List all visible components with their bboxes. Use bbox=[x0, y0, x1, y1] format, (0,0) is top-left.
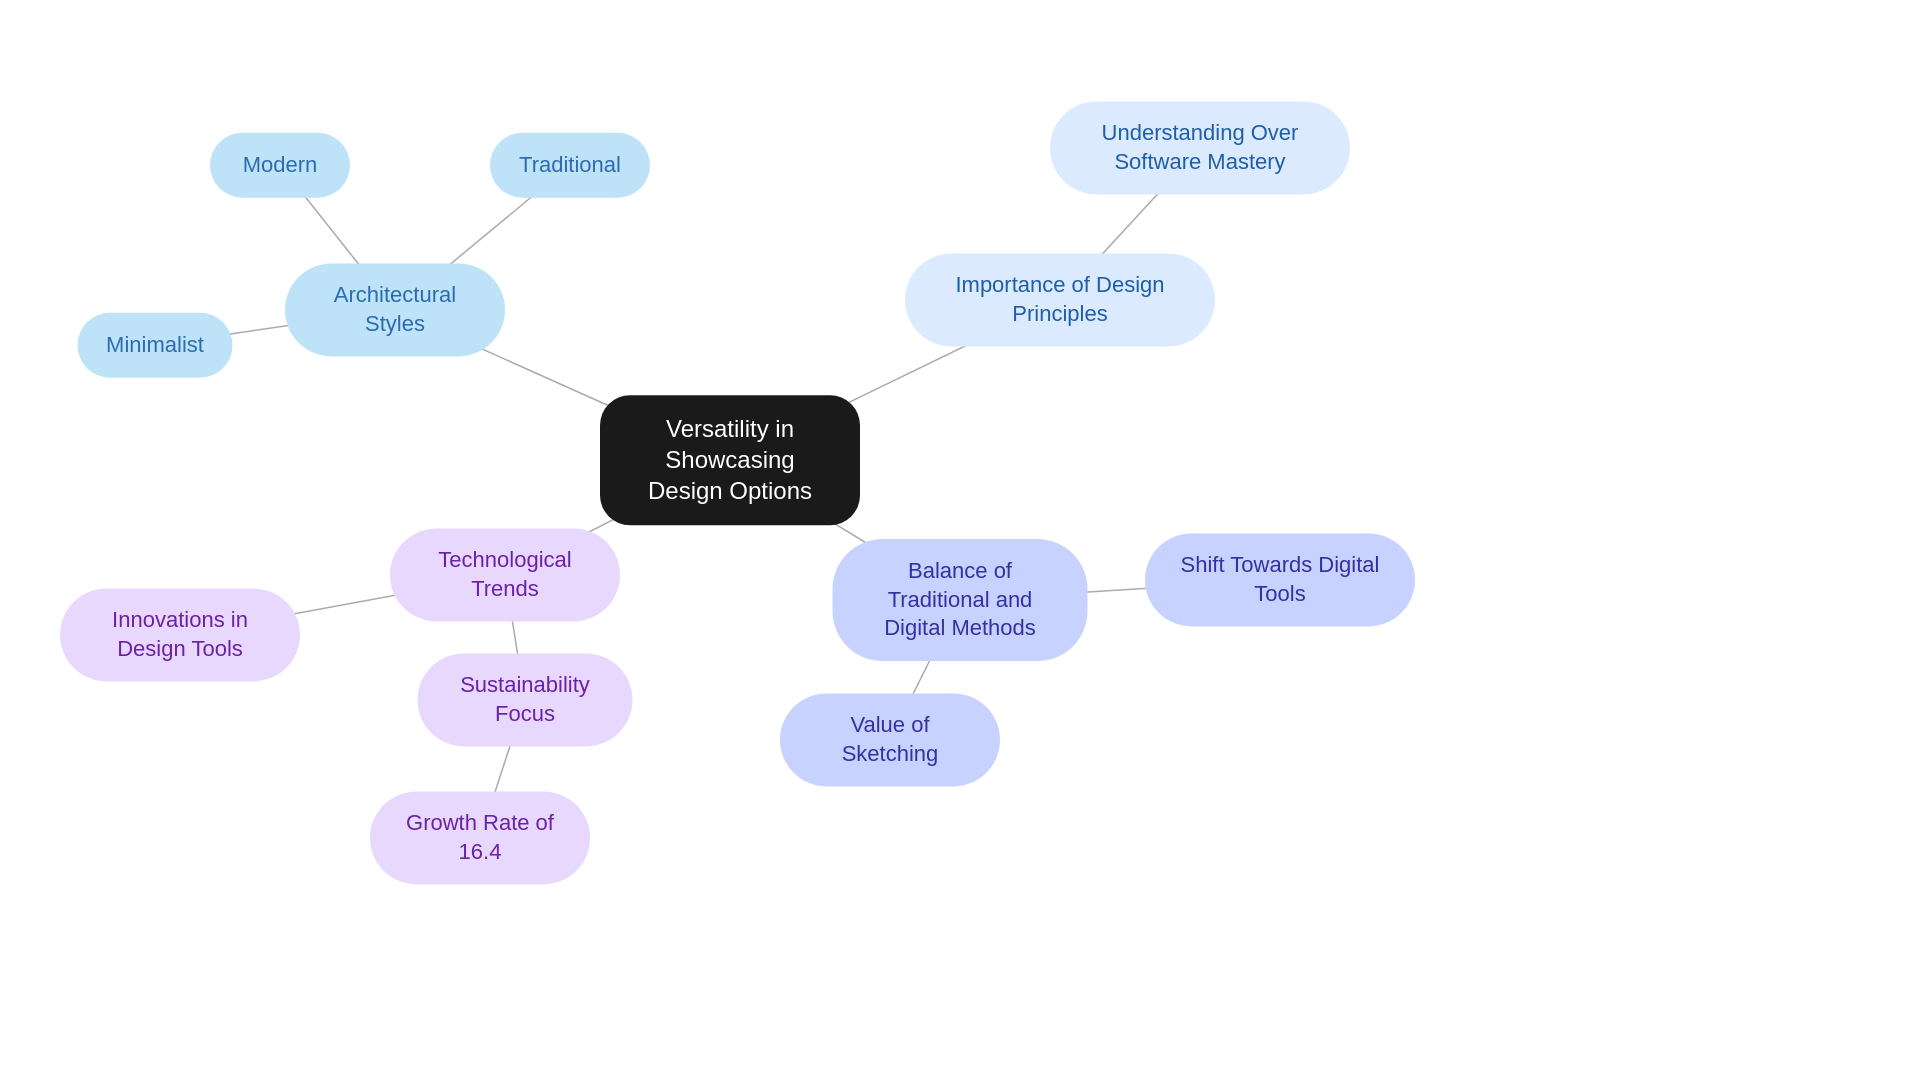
node-sustainability: Sustainability Focus bbox=[418, 653, 633, 746]
mindmap-container: Versatility in Showcasing Design Options… bbox=[0, 0, 1920, 1083]
node-modern: Modern bbox=[210, 133, 350, 198]
node-value_sketching: Value of Sketching bbox=[780, 693, 1000, 786]
node-understanding: Understanding Over Software Mastery bbox=[1050, 101, 1350, 194]
node-innovations: Innovations in Design Tools bbox=[60, 588, 300, 681]
node-growth_rate: Growth Rate of 16.4 bbox=[370, 791, 590, 884]
node-traditional: Traditional bbox=[490, 133, 650, 198]
node-tech_trends: Technological Trends bbox=[390, 528, 620, 621]
node-importance_design: Importance of Design Principles bbox=[905, 253, 1215, 346]
center-node: Versatility in Showcasing Design Options bbox=[600, 395, 860, 525]
node-balance: Balance of Traditional and Digital Metho… bbox=[833, 539, 1088, 661]
node-minimalist: Minimalist bbox=[78, 313, 233, 378]
node-shift_digital: Shift Towards Digital Tools bbox=[1145, 533, 1415, 626]
node-arch_styles: Architectural Styles bbox=[285, 263, 505, 356]
